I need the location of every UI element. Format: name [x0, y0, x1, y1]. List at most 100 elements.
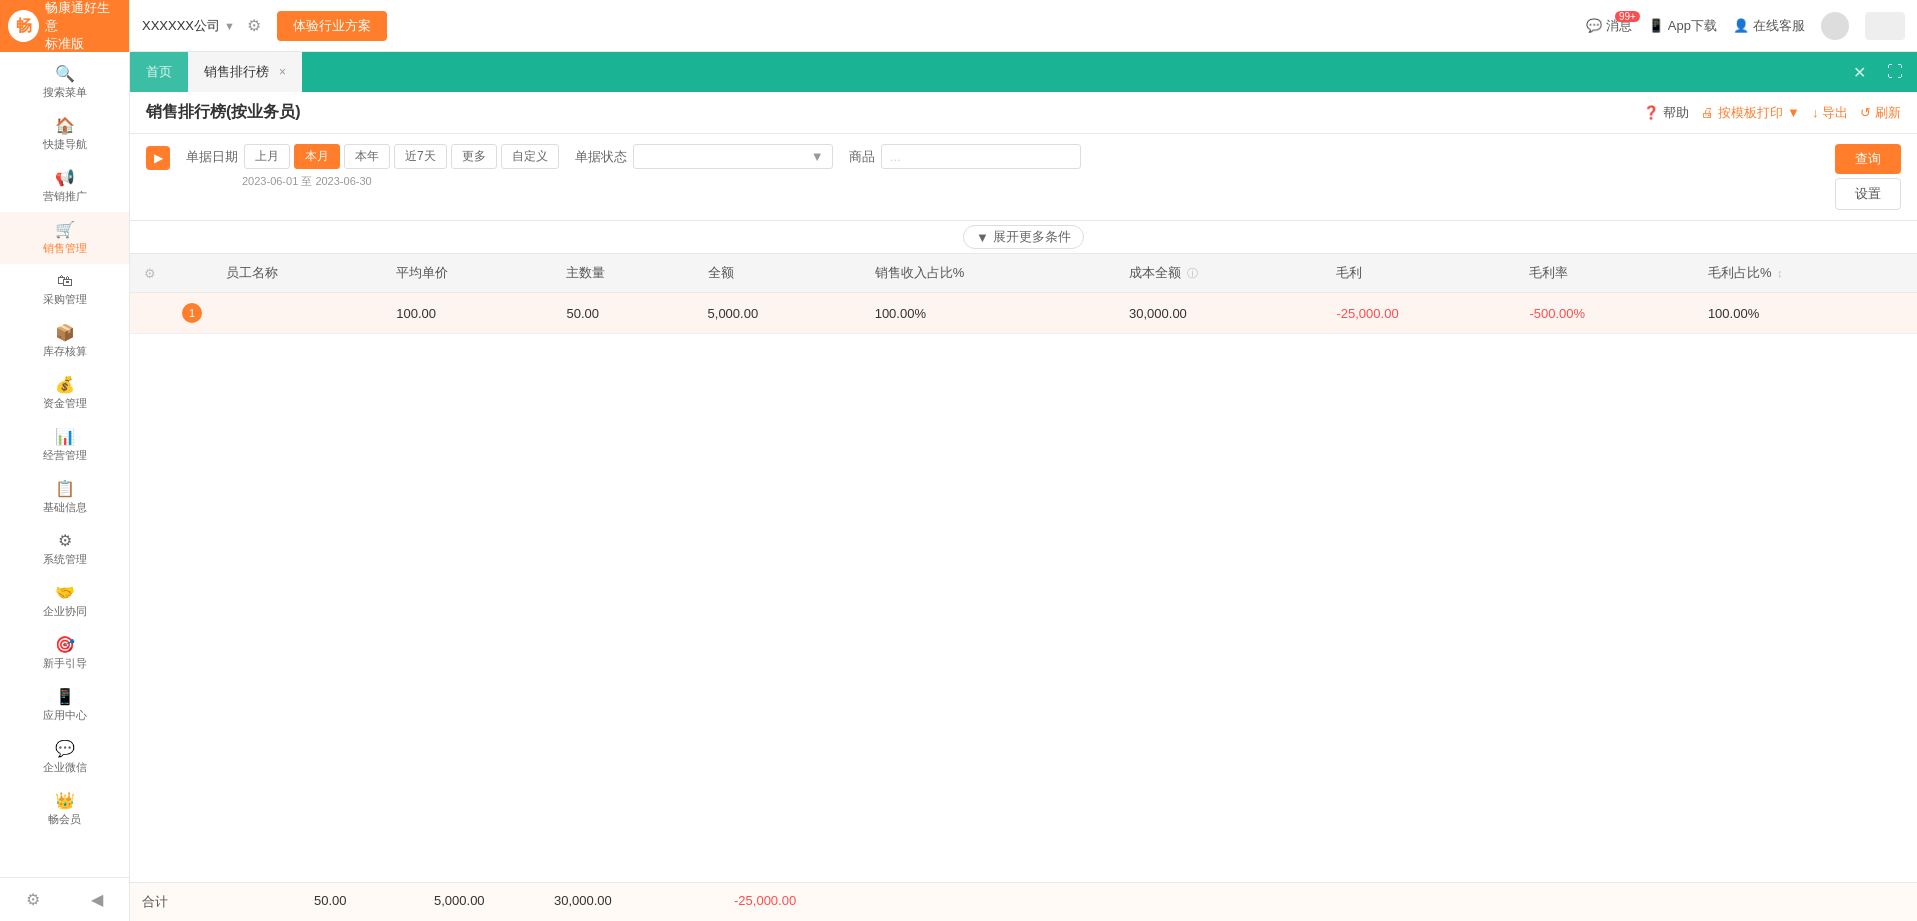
7days-btn[interactable]: 近7天 — [394, 144, 447, 169]
col-rank — [170, 254, 214, 293]
member-icon: 👑 — [55, 791, 75, 810]
status-select-arrow-icon: ▼ — [811, 149, 824, 164]
sidebar-item-quicknav[interactable]: 🏠 快捷导航 — [0, 108, 129, 160]
col-settings-icon[interactable]: ⚙ — [144, 266, 156, 281]
sidebar-item-apps[interactable]: 📱 应用中心 — [0, 679, 129, 731]
goods-filter-group: 商品 ... — [849, 144, 1081, 169]
refresh-btn[interactable]: ↺ 刷新 — [1860, 104, 1901, 122]
query-btn[interactable]: 查询 — [1835, 144, 1901, 174]
logo-text: 畅康通好生意 标准版 — [45, 0, 121, 53]
export-btn[interactable]: ↓ 导出 — [1812, 104, 1849, 122]
more-btn[interactable]: 更多 — [451, 144, 497, 169]
col-amount: 全额 — [696, 254, 863, 293]
cell-amount: 5,000.00 — [696, 293, 863, 334]
cell-gross: -25,000.00 — [1324, 293, 1517, 334]
operations-icon: 📊 — [55, 427, 75, 446]
sidebar-nav: 🔍 搜索菜单 🏠 快捷导航 📢 营销推广 🛒 销售管理 🛍 采购管理 📦 库存核… — [0, 52, 129, 877]
expand-row: ▼ 展开更多条件 — [130, 221, 1917, 254]
sidebar-item-basics[interactable]: 📋 基础信息 — [0, 471, 129, 523]
wechat-icon: 💬 — [55, 739, 75, 758]
expand-btn[interactable]: ▼ 展开更多条件 — [963, 225, 1084, 249]
cell-name — [214, 293, 384, 334]
sidebar-collapse-btn[interactable]: ◀ — [83, 886, 111, 913]
filter-toggle-btn[interactable]: ▶ — [146, 146, 170, 170]
this-year-btn[interactable]: 本年 — [344, 144, 390, 169]
inventory-icon: 📦 — [55, 323, 75, 342]
cost-info-icon[interactable]: ⓘ — [1187, 267, 1198, 279]
sidebar-item-system[interactable]: ⚙ 系统管理 — [0, 523, 129, 575]
app-download-btn[interactable]: 📱 App下载 — [1648, 17, 1717, 35]
sidebar-item-marketing[interactable]: 📢 营销推广 — [0, 160, 129, 212]
tab-close-icon[interactable]: × — [279, 65, 286, 79]
page-title: 销售排行榜(按业务员) — [146, 102, 301, 123]
col-avg-price: 平均单价 — [384, 254, 554, 293]
page-header: 销售排行榜(按业务员) ❓ 帮助 🖨 按模板打印 ▼ ↓ 导出 ↺ 刷新 — [130, 92, 1917, 134]
search-icon: 🔍 — [55, 64, 75, 83]
sidebar-item-guide[interactable]: 🎯 新手引导 — [0, 627, 129, 679]
cell-gross-pct: 100.00% — [1696, 293, 1917, 334]
help-btn[interactable]: ❓ 帮助 — [1643, 104, 1689, 122]
basics-icon: 📋 — [55, 479, 75, 498]
print-arrow-icon: ▼ — [1787, 105, 1800, 120]
avatar-name[interactable] — [1865, 12, 1905, 40]
sidebar-item-inventory[interactable]: 📦 库存核算 — [0, 315, 129, 367]
logo-icon: 畅 — [8, 10, 39, 42]
col-main-qty: 主数量 — [554, 254, 695, 293]
cell-rank: 1 — [170, 293, 214, 334]
refresh-icon: ↺ — [1860, 105, 1871, 120]
online-service-btn[interactable]: 👤 在线客服 — [1733, 17, 1805, 35]
tab-home[interactable]: 首页 — [130, 52, 188, 92]
app-download-icon: 📱 — [1648, 18, 1664, 33]
tab-close-window-icon[interactable]: ✕ — [1845, 58, 1873, 86]
tab-fullscreen-icon[interactable]: ⛶ — [1881, 58, 1909, 86]
cell-sales-pct: 100.00% — [863, 293, 1117, 334]
this-month-btn[interactable]: 本月 — [294, 144, 340, 169]
footer-cost: 30,000.00 — [542, 893, 722, 911]
sidebar-item-purchase[interactable]: 🛍 采购管理 — [0, 264, 129, 315]
apps-icon: 📱 — [55, 687, 75, 706]
sidebar-settings-btn[interactable]: ⚙ — [18, 886, 48, 913]
company-name: XXXXXX公司 — [142, 17, 220, 35]
last-month-btn[interactable]: 上月 — [244, 144, 290, 169]
tab-sales-ranking[interactable]: 销售排行榜 × — [188, 52, 302, 92]
print-btn[interactable]: 🖨 按模板打印 ▼ — [1701, 104, 1800, 122]
message-icon: 💬 — [1586, 18, 1602, 33]
sidebar-item-operations[interactable]: 📊 经营管理 — [0, 419, 129, 471]
topbar-settings-icon[interactable]: ⚙ — [247, 16, 261, 35]
sidebar-item-wechat[interactable]: 💬 企业微信 — [0, 731, 129, 783]
custom-btn[interactable]: 自定义 — [501, 144, 559, 169]
main-area: XXXXXX公司 ▼ ⚙ 体验行业方案 💬 消息 99+ 📱 App下载 👤 在… — [130, 0, 1917, 921]
cell-gross-rate: -500.00% — [1517, 293, 1695, 334]
avatar[interactable] — [1821, 12, 1849, 40]
guide-icon: 🎯 — [55, 635, 75, 654]
trial-btn[interactable]: 体验行业方案 — [277, 11, 387, 41]
footer-qty: 50.00 — [302, 893, 422, 911]
goods-input[interactable]: ... — [881, 144, 1081, 169]
date-label: 单据日期 — [186, 148, 238, 166]
cell-avg-price: 100.00 — [384, 293, 554, 334]
marketing-icon: 📢 — [55, 168, 75, 187]
sidebar-item-search[interactable]: 🔍 搜索菜单 — [0, 56, 129, 108]
col-settings[interactable]: ⚙ — [130, 254, 170, 293]
help-icon: ❓ — [1643, 105, 1659, 120]
system-icon: ⚙ — [58, 531, 72, 550]
sidebar-item-enterprise[interactable]: 🤝 企业协同 — [0, 575, 129, 627]
table-row[interactable]: 1 100.00 50.00 5,000.00 100.00% 30,000.0… — [130, 293, 1917, 334]
rank-badge: 1 — [182, 303, 202, 323]
sidebar-item-sales[interactable]: 🛒 销售管理 — [0, 212, 129, 264]
message-btn[interactable]: 💬 消息 99+ — [1586, 17, 1632, 35]
export-icon: ↓ — [1812, 105, 1819, 120]
cell-cost: 30,000.00 — [1117, 293, 1324, 334]
content: 销售排行榜(按业务员) ❓ 帮助 🖨 按模板打印 ▼ ↓ 导出 ↺ 刷新 — [130, 92, 1917, 921]
footer-label: 合计 — [142, 893, 302, 911]
status-select[interactable]: ▼ — [633, 144, 833, 169]
col-gross-pct: 毛利占比% ↕ — [1696, 254, 1917, 293]
sidebar-item-finance[interactable]: 💰 资金管理 — [0, 367, 129, 419]
goods-label: 商品 — [849, 148, 875, 166]
sidebar-bottom: ⚙ ◀ — [0, 877, 129, 921]
filter-settings-btn[interactable]: 设置 — [1835, 178, 1901, 210]
col-name: 员工名称 — [214, 254, 384, 293]
company-selector[interactable]: XXXXXX公司 ▼ — [142, 17, 235, 35]
sidebar-item-member[interactable]: 👑 畅会员 — [0, 783, 129, 835]
topbar: XXXXXX公司 ▼ ⚙ 体验行业方案 💬 消息 99+ 📱 App下载 👤 在… — [130, 0, 1917, 52]
